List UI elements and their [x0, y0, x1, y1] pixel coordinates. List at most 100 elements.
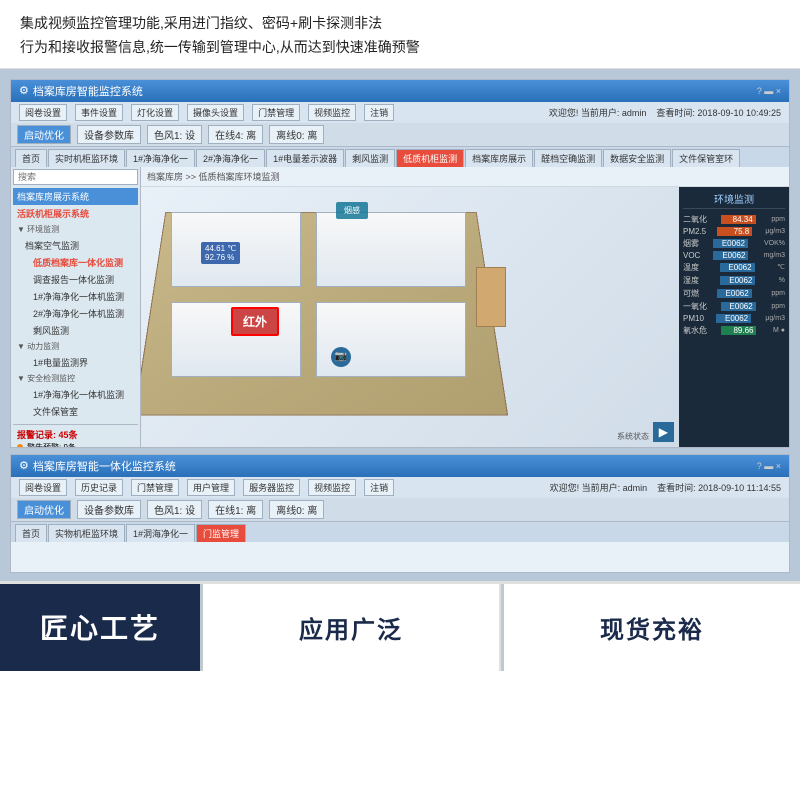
top-text-line2: 行为和接收报警信息,统一传输到管理中心,从而达到快速准确预警: [20, 36, 780, 60]
nav-arrow[interactable]: ▶: [653, 422, 674, 442]
nav-tab-lowquality[interactable]: 低质机柜监测: [396, 149, 464, 167]
sensor-infrared[interactable]: 红外: [231, 307, 279, 336]
alarm-title: 报警记录: 45条: [17, 428, 134, 441]
header2-btn-video[interactable]: 视频监控: [308, 479, 356, 496]
env-value-combustible: E0062: [717, 289, 752, 298]
env-value-pm25: 75.8: [717, 227, 752, 236]
sidebar-item-archive-display[interactable]: 档案库房展示系统: [13, 188, 138, 205]
env-unit-humidity: %: [779, 277, 785, 284]
nav2-tab-door[interactable]: 门监管理: [196, 524, 246, 542]
toolbar-btn-offline[interactable]: 离线0: 离: [269, 125, 324, 144]
header2-btn-config[interactable]: 阅卷设置: [19, 479, 67, 496]
breadcrumb-1: 档案库房 >> 低质档案库环境监测: [141, 167, 789, 187]
header2-btn-history[interactable]: 历史记录: [75, 479, 123, 496]
header-icons-2[interactable]: 阅卷设置 历史记录 门禁管理 用户管理 服务器监控 视频监控 注销: [19, 479, 394, 496]
sensor-temp-humidity[interactable]: 44.61 ℃ 92.76 %: [201, 242, 240, 264]
nav-tab-realtime[interactable]: 实时机柜监环境: [48, 149, 125, 167]
env-unit-voc: mg/m3: [764, 252, 785, 259]
env-label-co2: 二氧化: [683, 214, 707, 225]
sidebar-item-fileroom[interactable]: 文件保管室: [13, 403, 138, 420]
env-panel-title: 环境监测: [683, 191, 785, 209]
header-btn-camera[interactable]: 摄像头设置: [187, 104, 244, 121]
sidebar-item-air[interactable]: 档案空气监测: [13, 237, 138, 254]
nav2-tab-realtime[interactable]: 实物机柜监环境: [48, 524, 125, 542]
alarm-dot-warning: [17, 444, 23, 447]
toolbar2-btn-startup[interactable]: 启动优化: [17, 500, 71, 519]
bottom-marketing: 匠心工艺 应用广泛 现货充裕: [0, 581, 800, 671]
system-window-1: ⚙ 档案库房智能监控系统 ? ▬ × 阅卷设置 事件设置 灯化设置 摄像头设置 …: [10, 79, 790, 448]
toolbar2-btn-offline[interactable]: 离线0: 离: [269, 500, 324, 519]
camera-icon: 📷: [331, 347, 351, 367]
top-text-section: 集成视频监控管理功能,采用进门指纹、密码+刷卡探测非法 行为和接收报警信息,统一…: [0, 0, 800, 69]
env-label-temp: 温度: [683, 262, 699, 273]
nav-tab-datasec[interactable]: 数据安全监测: [603, 149, 671, 167]
header-btn-door[interactable]: 门禁管理: [252, 104, 300, 121]
env-unit-co: ppm: [771, 303, 785, 310]
sidebar-item-purify2[interactable]: 2#净海净化一体机监测: [13, 305, 138, 322]
header-btn-config[interactable]: 阅卷设置: [19, 104, 67, 121]
sidebar-item-purify1[interactable]: 1#净海净化一体机监测: [13, 288, 138, 305]
datetime-1: 查看时间: 2018-09-10 10:49:25: [656, 106, 781, 119]
env-unit-pm25: μg/m3: [765, 228, 785, 235]
sidebar-item-wind[interactable]: 剩风监测: [13, 322, 138, 339]
sidebar-item-active-cabinet[interactable]: 活跃机柜展示系统: [13, 205, 138, 222]
env-value-co2: 84.34: [721, 215, 756, 224]
header2-btn-door[interactable]: 门禁管理: [131, 479, 179, 496]
toolbar-btn-startup[interactable]: 启动优化: [17, 125, 71, 144]
nav-tab-purify2[interactable]: 2#净海净化一: [196, 149, 265, 167]
toolbar-btn-online[interactable]: 在线4: 离: [208, 125, 263, 144]
sidebar-search[interactable]: [13, 169, 138, 185]
floorplan-label: 系统状态: [617, 431, 649, 442]
nav2-tab-purify[interactable]: 1#洞海净化一: [126, 524, 195, 542]
sidebar-group-power: ▼ 动力监测: [13, 339, 138, 354]
toolbar-btn-color[interactable]: 色风1: 设: [147, 125, 202, 144]
nav-tab-fileroom[interactable]: 文件保管室环: [672, 149, 740, 167]
marketing-right: 现货充裕: [504, 584, 800, 671]
nav-tab-purify1[interactable]: 1#净海净化一: [126, 149, 195, 167]
titlebar-2: ⚙ 档案库房智能一体化监控系统 ? ▬ ×: [11, 455, 789, 477]
room-container: 44.61 ℃ 92.76 % 烟感 红外 📷: [141, 187, 679, 447]
env-value-co: E0062: [721, 302, 756, 311]
env-value-voc: E0062: [713, 251, 748, 260]
nav2-tab-home[interactable]: 首页: [15, 524, 47, 542]
titlebar-left: ⚙ 档案库房智能监控系统: [19, 83, 143, 99]
temp-value: 44.61 ℃: [205, 244, 236, 253]
header-icons-1[interactable]: 阅卷设置 事件设置 灯化设置 摄像头设置 门禁管理 视频监控 注销: [19, 104, 394, 121]
toolbar-btn-params[interactable]: 设备参数库: [77, 125, 141, 144]
header-btn-event[interactable]: 事件设置: [75, 104, 123, 121]
env-unit-radon: M ●: [773, 327, 785, 334]
sidebar-group-env: ▼ 环境监测: [13, 222, 138, 237]
nav-tab-wind[interactable]: 剩风监测: [345, 149, 395, 167]
marketing-mid: 应用广泛: [203, 584, 501, 671]
titlebar-1: ⚙ 档案库房智能监控系统 ? ▬ ×: [11, 80, 789, 102]
sidebar-item-electric[interactable]: 1#电量监测界: [13, 354, 138, 371]
header-info-2: 阅卷设置 历史记录 门禁管理 用户管理 服务器监控 视频监控 注销 欢迎您! 当…: [11, 477, 789, 498]
nav-tab-home[interactable]: 首页: [15, 149, 47, 167]
staircase: [476, 267, 506, 327]
sidebar-item-low-archive[interactable]: 低质档案库一体化监测: [13, 254, 138, 271]
nav-tab-electric[interactable]: 1#电量差示波器: [266, 149, 344, 167]
header2-btn-user[interactable]: 用户管理: [187, 479, 235, 496]
sensor-smoke[interactable]: 烟感: [336, 202, 368, 219]
env-row-radon: 氡水危 89.66 M ●: [683, 324, 785, 337]
env-unit-smoke: VOK%: [764, 240, 785, 247]
header2-btn-logout[interactable]: 注销: [364, 479, 394, 496]
header2-btn-server[interactable]: 服务器监控: [243, 479, 300, 496]
nav-tab-aldehyde[interactable]: 醛档空确监测: [534, 149, 602, 167]
header-btn-light[interactable]: 灯化设置: [131, 104, 179, 121]
titlebar-left-2: ⚙ 档案库房智能一体化监控系统: [19, 458, 176, 474]
env-row-pm10: PM10 E0062 μg/m3: [683, 313, 785, 324]
toolbar2-btn-color[interactable]: 色风1: 设: [147, 500, 202, 519]
header-info-1: 阅卷设置 事件设置 灯化设置 摄像头设置 门禁管理 视频监控 注销 欢迎您! 当…: [11, 102, 789, 123]
header-btn-video[interactable]: 视频监控: [308, 104, 356, 121]
nav-tab-archive[interactable]: 档案库房展示: [465, 149, 533, 167]
env-label-radon: 氡水危: [683, 325, 707, 336]
toolbar-2: 启动优化 设备参数库 色风1: 设 在线1: 离 离线0: 离: [11, 498, 789, 522]
toolbar2-btn-online[interactable]: 在线1: 离: [208, 500, 263, 519]
toolbar2-btn-params[interactable]: 设备参数库: [77, 500, 141, 519]
sidebar-item-survey[interactable]: 调查报告一体化监测: [13, 271, 138, 288]
header-btn-logout[interactable]: 注销: [364, 104, 394, 121]
titlebar-controls: ? ▬ ×: [757, 86, 781, 96]
env-row-voc: VOC E0062 mg/m3: [683, 250, 785, 261]
sidebar-item-sec-purify[interactable]: 1#净海净化一体机监测: [13, 386, 138, 403]
